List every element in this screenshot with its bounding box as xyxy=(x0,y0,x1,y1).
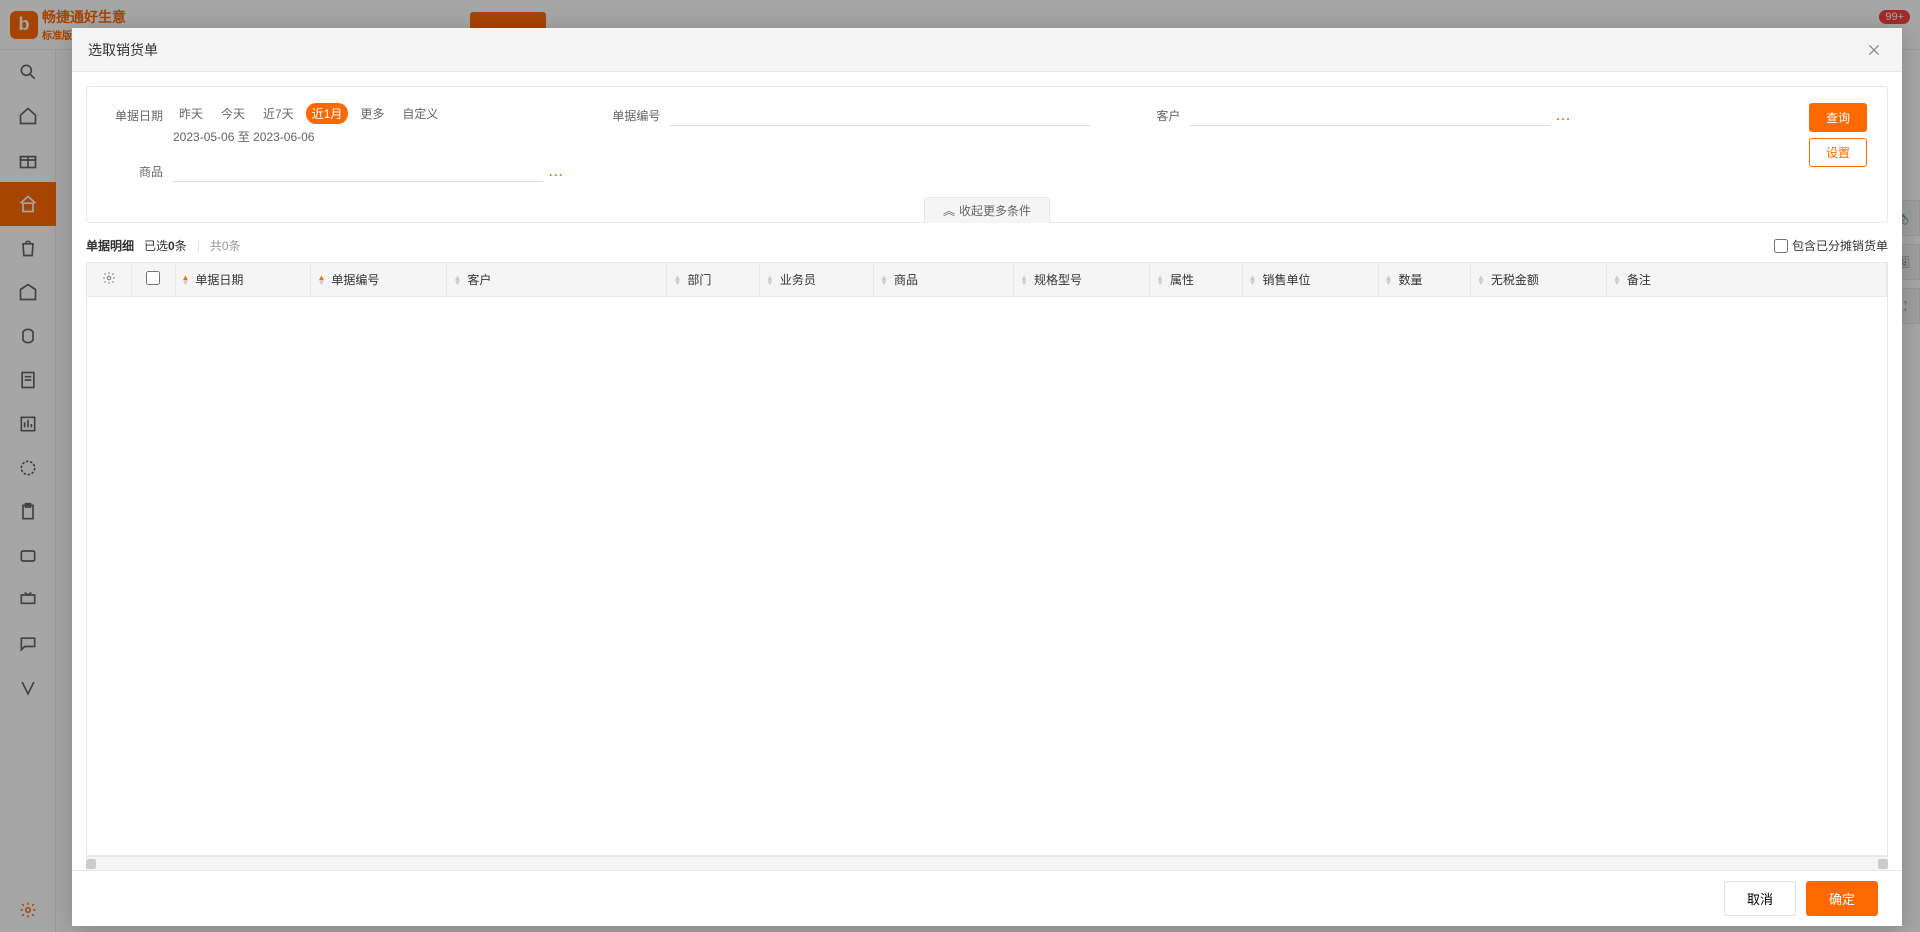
filter-actions: 查询 设置 xyxy=(1809,103,1867,167)
col-dept[interactable]: ▲▼部门 xyxy=(667,263,759,297)
customer-picker-icon[interactable]: ··· xyxy=(1556,112,1571,126)
col-attr[interactable]: ▲▼属性 xyxy=(1150,263,1242,297)
col-spec[interactable]: ▲▼规格型号 xyxy=(1014,263,1150,297)
close-button[interactable] xyxy=(1862,38,1886,62)
col-checkbox xyxy=(131,263,175,297)
select-sales-order-modal: 选取销货单 单据日期 昨天 今天 近7天 近1月 更多 xyxy=(72,28,1902,926)
modal-footer: 取消 确定 xyxy=(72,870,1902,926)
include-split-checkbox[interactable] xyxy=(1774,239,1788,253)
product-picker-icon[interactable]: ··· xyxy=(549,168,564,182)
cancel-button[interactable]: 取消 xyxy=(1724,881,1796,916)
date-range-display: 2023-05-06 至 2023-06-06 xyxy=(173,128,444,145)
filter-product-group: 商品 ··· xyxy=(135,159,564,182)
scroll-left-icon xyxy=(86,859,96,869)
modal-body: 单据日期 昨天 今天 近7天 近1月 更多 自定义 2023-05-06 至 xyxy=(72,72,1902,870)
quick-more[interactable]: 更多 xyxy=(354,103,390,124)
product-input[interactable] xyxy=(173,159,543,182)
close-icon xyxy=(1867,43,1881,57)
query-button[interactable]: 查询 xyxy=(1809,103,1867,132)
collapse-conditions-button[interactable]: ︽ 收起更多条件 xyxy=(924,197,1050,223)
filter-docno-label: 单据编号 xyxy=(604,103,660,124)
modal-title: 选取销货单 xyxy=(88,40,158,60)
filter-product-label: 商品 xyxy=(135,159,163,180)
scroll-right-icon xyxy=(1878,859,1888,869)
col-remark[interactable]: ▲▼备注 xyxy=(1607,263,1887,297)
select-all-checkbox[interactable] xyxy=(146,271,160,285)
modal-header: 选取销货单 xyxy=(72,28,1902,72)
quick-today[interactable]: 今天 xyxy=(215,103,251,124)
total-count: 共0条 xyxy=(210,237,241,254)
list-title: 单据明细 xyxy=(86,237,134,254)
col-qty[interactable]: ▲▼数量 xyxy=(1378,263,1470,297)
quick-yesterday[interactable]: 昨天 xyxy=(173,103,209,124)
gear-icon xyxy=(102,271,116,285)
col-salesperson[interactable]: ▲▼业务员 xyxy=(759,263,873,297)
col-settings[interactable] xyxy=(87,263,131,297)
col-amount[interactable]: ▲▼无税金额 xyxy=(1470,263,1606,297)
include-split-text: 包含已分摊销货单 xyxy=(1792,237,1888,254)
filter-customer-label: 客户 xyxy=(1140,103,1180,124)
quick-custom[interactable]: 自定义 xyxy=(396,103,444,124)
filter-customer-group: 客户 ··· xyxy=(1140,103,1571,126)
selected-count: 已选0条 xyxy=(144,237,187,254)
quick-last7[interactable]: 近7天 xyxy=(257,103,300,124)
collapse-label: 收起更多条件 xyxy=(959,202,1031,219)
list-header: 单据明细 已选0条 | 共0条 包含已分摊销货单 xyxy=(86,237,1888,254)
filter-date-label: 单据日期 xyxy=(107,103,163,124)
date-quick-picks: 昨天 今天 近7天 近1月 更多 自定义 xyxy=(173,103,444,124)
col-docno[interactable]: ▲▼单据编号 xyxy=(311,263,447,297)
chevron-up-icon: ︽ xyxy=(943,202,955,219)
date-joiner: 至 xyxy=(238,130,250,144)
col-date[interactable]: ▲▼单据日期 xyxy=(175,263,311,297)
date-from: 2023-05-06 xyxy=(173,130,234,144)
filter-docno-group: 单据编号 xyxy=(604,103,1090,126)
results-table: ▲▼单据日期 ▲▼单据编号 ▲▼客户 ▲▼部门 ▲▼业务员 ▲▼商品 ▲▼规格型… xyxy=(87,263,1887,297)
docno-input[interactable] xyxy=(670,103,1090,126)
col-customer[interactable]: ▲▼客户 xyxy=(447,263,667,297)
col-unit[interactable]: ▲▼销售单位 xyxy=(1242,263,1378,297)
settings-button[interactable]: 设置 xyxy=(1809,138,1867,167)
confirm-button[interactable]: 确定 xyxy=(1806,881,1878,916)
quick-last1month[interactable]: 近1月 xyxy=(306,103,349,124)
filter-date-group: 单据日期 昨天 今天 近7天 近1月 更多 自定义 2023-05-06 至 xyxy=(107,103,444,145)
date-to: 2023-06-06 xyxy=(253,130,314,144)
customer-input[interactable] xyxy=(1190,103,1550,126)
col-product[interactable]: ▲▼商品 xyxy=(874,263,1014,297)
horizontal-scrollbar[interactable] xyxy=(86,856,1888,870)
table-container: ▲▼单据日期 ▲▼单据编号 ▲▼客户 ▲▼部门 ▲▼业务员 ▲▼商品 ▲▼规格型… xyxy=(86,262,1888,856)
filter-panel: 单据日期 昨天 今天 近7天 近1月 更多 自定义 2023-05-06 至 xyxy=(86,86,1888,223)
include-split-checkbox-label[interactable]: 包含已分摊销货单 xyxy=(1774,237,1888,254)
